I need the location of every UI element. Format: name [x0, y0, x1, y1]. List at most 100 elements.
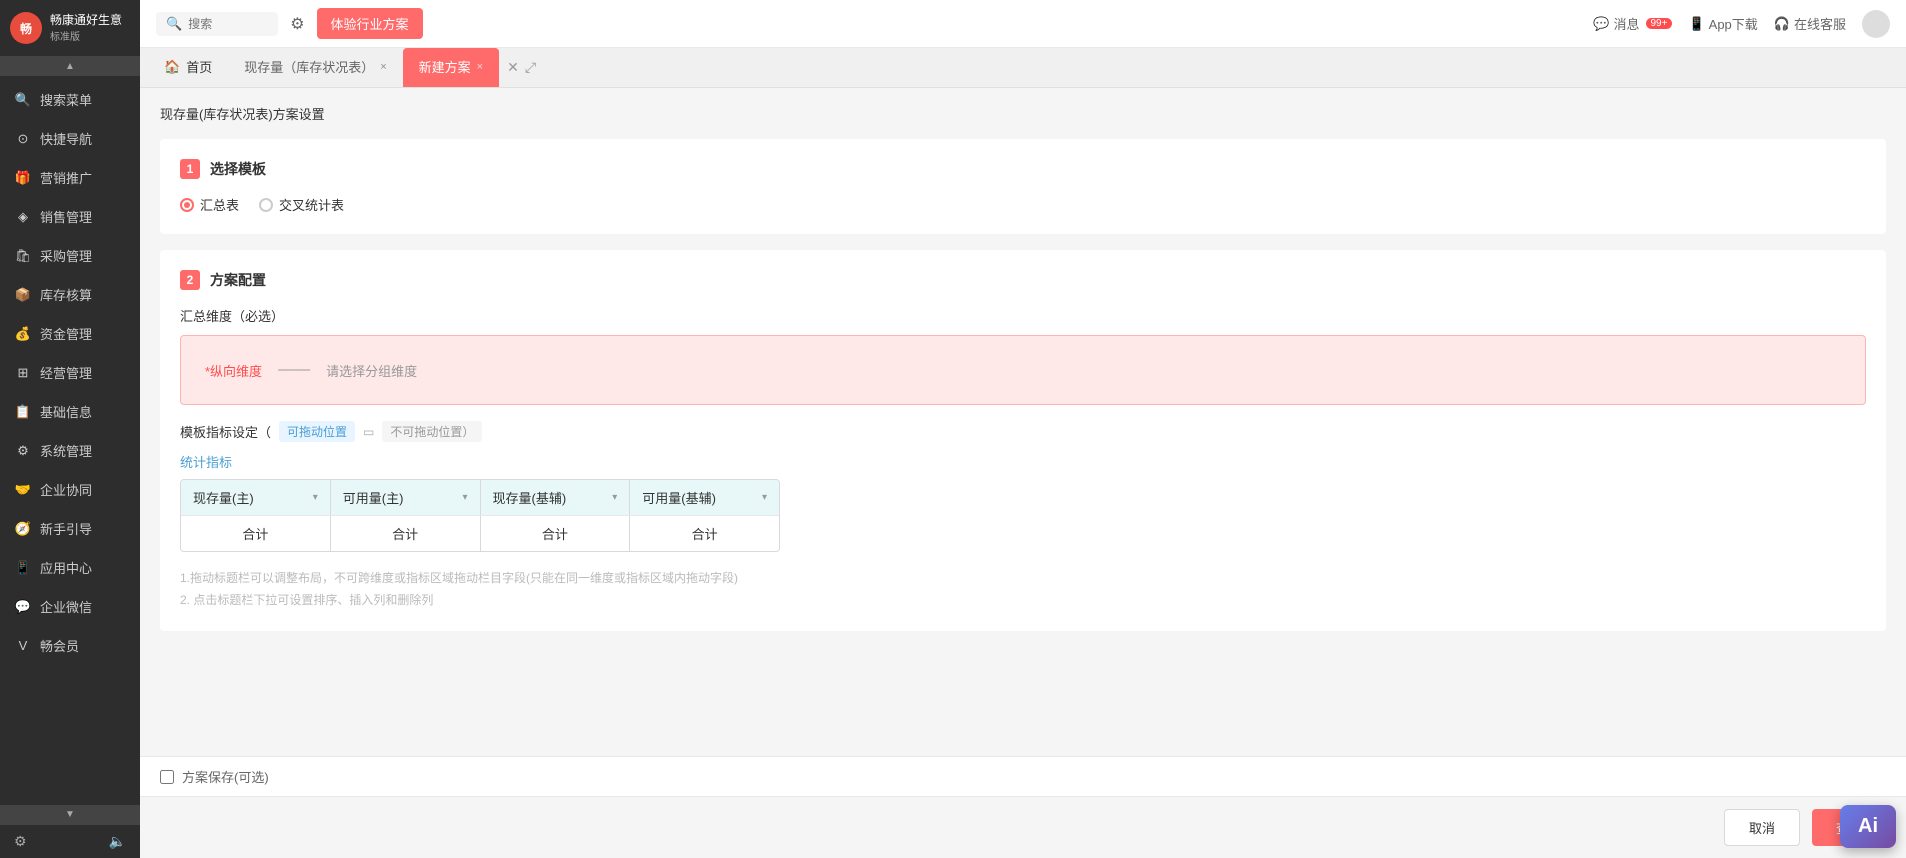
- service-icon: 🎧: [1774, 16, 1790, 32]
- sidebar-footer: ⚙ 🔈: [0, 824, 140, 858]
- sidebar-item-purchase[interactable]: 🛍 采购管理: [0, 236, 140, 275]
- window-expand-icon[interactable]: ⤢: [525, 59, 536, 76]
- gift-icon: 🎁: [14, 169, 32, 187]
- tab-home-label: 首页: [186, 57, 212, 76]
- sidebar-scroll-up[interactable]: ▲: [0, 57, 140, 76]
- section1-number: 1: [180, 159, 200, 179]
- save-checkbox[interactable]: [160, 770, 174, 784]
- radio-summary-dot: [184, 202, 190, 208]
- header-search-box[interactable]: 🔍: [156, 12, 278, 36]
- draggable-badge: 可拖动位置: [279, 421, 355, 442]
- sidebar-item-marketing[interactable]: 🎁 营销推广: [0, 158, 140, 197]
- header-left: 🔍 ⚙ 体验行业方案: [156, 8, 423, 39]
- radio-summary-label: 汇总表: [200, 195, 239, 214]
- stats-table: 现存量(主) ▾ 可用量(主) ▾ 现存量(基辅) ▾ 可用量(基辅): [180, 479, 780, 552]
- sidebar-item-guide[interactable]: 🧭 新手引导: [0, 509, 140, 548]
- tab-inventory-status[interactable]: 现存量（库存状况表） ×: [228, 48, 402, 87]
- col2-chevron: ▾: [462, 492, 467, 503]
- settings-icon: ⚙: [14, 442, 32, 460]
- sidebar-item-label: 畅会员: [40, 636, 79, 655]
- sidebar-logo: 畅 畅康通好生意 标准版: [0, 0, 140, 57]
- tab-bar: 🏠 首页 现存量（库存状况表） × 新建方案 × ✕ ⤢: [140, 48, 1906, 88]
- window-controls: ✕ ⤢: [507, 48, 536, 87]
- tips-section: 1.拖动标题栏可以调整布局，不可跨维度或指标区域拖动栏目字段(只能在同一维度或指…: [180, 568, 1866, 611]
- app-download-label: App下载: [1709, 14, 1758, 33]
- indicator-settings-label: 模板指标设定（ 可拖动位置 ▭ 不可拖动位置）: [180, 421, 1866, 442]
- section1-title: 选择模板: [210, 159, 266, 179]
- indicator-label-text: 模板指标设定（: [180, 422, 271, 441]
- dimension-required-label: *纵向维度: [205, 361, 262, 380]
- tip2: 2. 点击标题栏下拉可设置排序、插入列和删除列: [180, 590, 1866, 612]
- sidebar-item-label: 快捷导航: [40, 129, 92, 148]
- section2-header: 2 方案配置: [180, 270, 1866, 290]
- col2-header[interactable]: 可用量(主) ▾: [331, 480, 481, 515]
- col3-value: 合计: [481, 516, 631, 551]
- footer-speaker-icon[interactable]: 🔈: [109, 833, 126, 850]
- sidebar-item-system[interactable]: ⚙ 系统管理: [0, 431, 140, 470]
- col3-label: 现存量(基辅): [493, 488, 567, 507]
- radio-cross-label: 交叉统计表: [279, 195, 344, 214]
- footer-gear-icon[interactable]: ⚙: [14, 833, 27, 850]
- content-area: 现存量(库存状况表)方案设置 1 选择模板 汇总表 交叉统计表: [140, 88, 1906, 756]
- dimension-area[interactable]: *纵向维度 —— 请选择分组维度: [180, 335, 1866, 405]
- footer-actions: 取消 查询: [140, 796, 1906, 858]
- dimension-placeholder: 请选择分组维度: [326, 361, 417, 380]
- sidebar-item-label: 经营管理: [40, 363, 92, 382]
- sidebar-item-label: 基础信息: [40, 402, 92, 421]
- tab-new-plan[interactable]: 新建方案 ×: [403, 48, 499, 87]
- sidebar-item-search-menu[interactable]: 🔍 搜索菜单: [0, 80, 140, 119]
- col4-header[interactable]: 可用量(基辅) ▾: [630, 480, 779, 515]
- tab-inventory-close[interactable]: ×: [380, 61, 386, 73]
- non-draggable-badge: 不可拖动位置）: [382, 421, 482, 442]
- radio-cross[interactable]: 交叉统计表: [259, 195, 344, 214]
- sidebar-item-basic-info[interactable]: 📋 基础信息: [0, 392, 140, 431]
- guide-icon: 🧭: [14, 520, 32, 538]
- tip2-text: 2. 点击标题栏下拉可设置排序、插入列和删除列: [180, 590, 433, 612]
- search-icon: 🔍: [14, 91, 32, 109]
- ai-float-button[interactable]: Ai: [1840, 805, 1896, 848]
- sidebar-item-quick-nav[interactable]: ⊙ 快捷导航: [0, 119, 140, 158]
- online-service-button[interactable]: 🎧 在线客服: [1774, 14, 1846, 33]
- radio-summary-circle: [180, 198, 194, 212]
- trial-industry-button[interactable]: 体验行业方案: [317, 8, 423, 39]
- sidebar-scroll-down[interactable]: ▼: [0, 805, 140, 824]
- box-icon: 📦: [14, 286, 32, 304]
- search-input[interactable]: [188, 17, 268, 31]
- dimension-inner: *纵向维度 —— 请选择分组维度: [205, 361, 417, 380]
- sidebar-item-sales[interactable]: ◈ 销售管理: [0, 197, 140, 236]
- col1-header[interactable]: 现存量(主) ▾: [181, 480, 331, 515]
- compass-icon: ⊙: [14, 130, 32, 148]
- section2-number: 2: [180, 270, 200, 290]
- info-icon: 📋: [14, 403, 32, 421]
- messages-button[interactable]: 💬 消息 99+: [1593, 14, 1672, 33]
- app-name-block: 畅康通好生意 标准版: [50, 13, 122, 44]
- tab-home[interactable]: 🏠 首页: [148, 48, 228, 87]
- col1-sub: 合计: [242, 524, 268, 543]
- sidebar-item-label: 资金管理: [40, 324, 92, 343]
- chart-icon: ◈: [14, 208, 32, 226]
- window-close-icon[interactable]: ✕: [507, 59, 519, 76]
- template-radio-group: 汇总表 交叉统计表: [180, 195, 1866, 214]
- sidebar-item-label: 销售管理: [40, 207, 92, 226]
- sidebar-item-operations[interactable]: ⊞ 经营管理: [0, 353, 140, 392]
- sidebar-item-label: 系统管理: [40, 441, 92, 460]
- col4-sub: 合计: [692, 524, 718, 543]
- section1-header: 1 选择模板: [180, 159, 1866, 179]
- sidebar-item-members[interactable]: V 畅会员: [0, 626, 140, 665]
- radio-summary[interactable]: 汇总表: [180, 195, 239, 214]
- cancel-button[interactable]: 取消: [1724, 809, 1800, 846]
- stats-table-row: 合计 合计 合计 合计: [181, 515, 779, 551]
- sidebar-item-cooperation[interactable]: 🤝 企业协同: [0, 470, 140, 509]
- apps-icon: 📱: [14, 559, 32, 577]
- tab-new-plan-close[interactable]: ×: [477, 61, 483, 73]
- sidebar-item-apps[interactable]: 📱 应用中心: [0, 548, 140, 587]
- sidebar-item-wechat[interactable]: 💬 企业微信: [0, 587, 140, 626]
- app-download-button[interactable]: 📱 App下载: [1688, 14, 1757, 33]
- col3-header[interactable]: 现存量(基辅) ▾: [481, 480, 631, 515]
- online-service-label: 在线客服: [1794, 14, 1846, 33]
- user-avatar[interactable]: [1862, 10, 1890, 38]
- sidebar-item-inventory[interactable]: 📦 库存核算: [0, 275, 140, 314]
- wechat-icon: 💬: [14, 598, 32, 616]
- gear-settings-icon[interactable]: ⚙: [290, 14, 304, 34]
- sidebar-item-finance[interactable]: 💰 资金管理: [0, 314, 140, 353]
